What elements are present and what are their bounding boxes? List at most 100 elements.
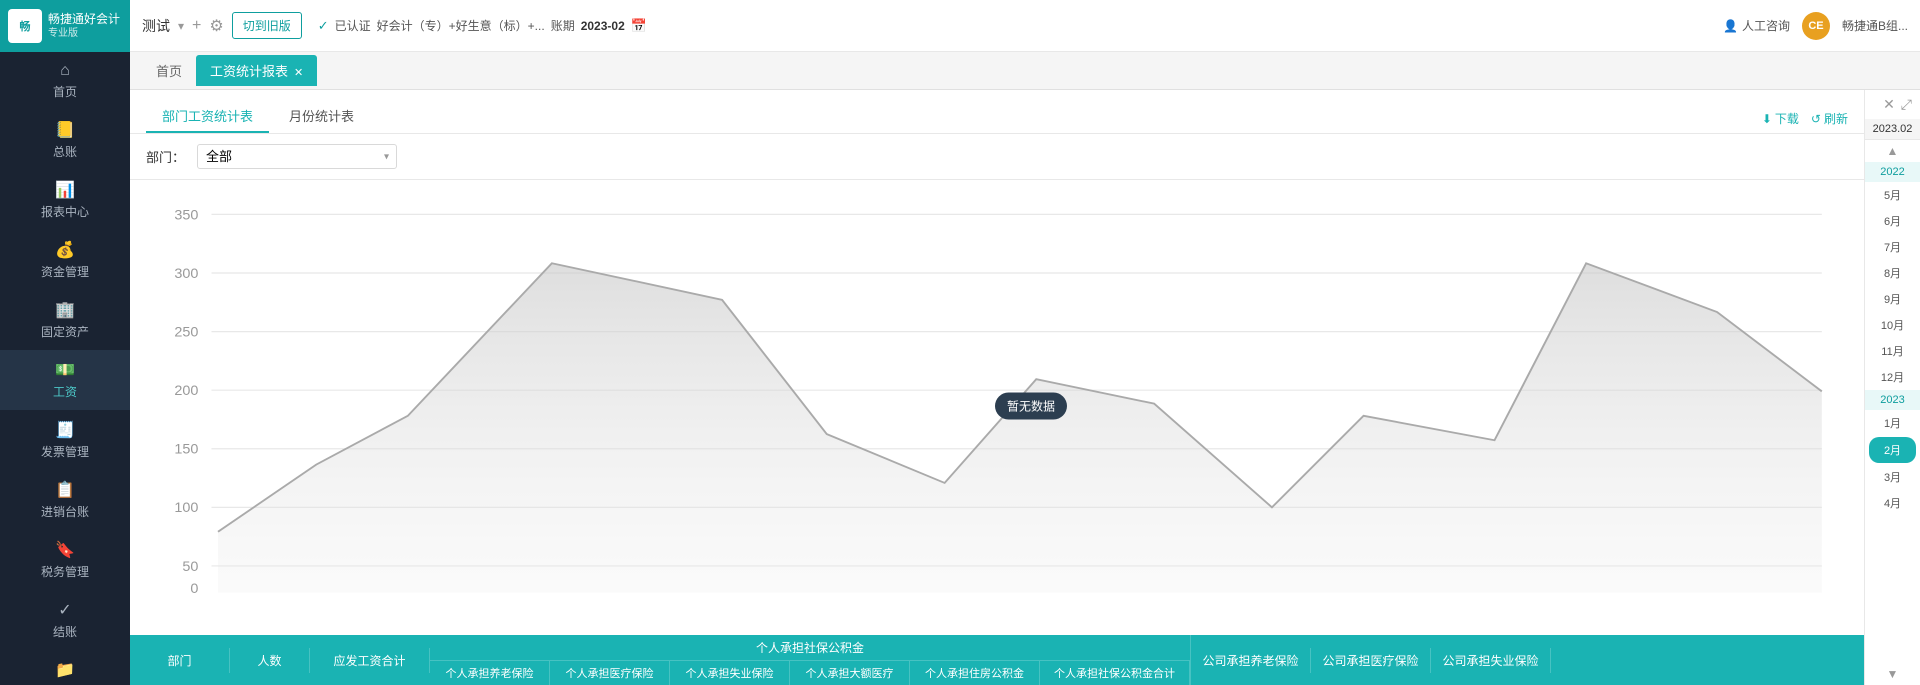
right-panel-close: ✕ ⤢: [1865, 90, 1920, 119]
close-panel-button[interactable]: ✕: [1883, 96, 1895, 113]
expand-panel-button[interactable]: ⤢: [1901, 96, 1912, 113]
sidebar-item-settle[interactable]: ✓结账: [0, 590, 130, 650]
sidebar-item-invoice[interactable]: 🧾发票管理: [0, 410, 130, 470]
date-month-2022-10月[interactable]: 10月: [1865, 312, 1920, 338]
sidebar-item-label: 发票管理: [41, 443, 89, 460]
sub-tab-bar: 部门工资统计表月份统计表 ⬇下载 ↺刷新: [130, 90, 1864, 134]
sub-tab-dept[interactable]: 部门工资统计表: [146, 100, 269, 133]
sidebar-item-home[interactable]: ⌂ 首页: [0, 52, 130, 110]
date-month-2022-5月[interactable]: 5月: [1865, 182, 1920, 208]
archive-icon: 📁: [55, 660, 75, 680]
date-month-2023-4月[interactable]: 4月: [1865, 490, 1920, 516]
date-year-2022[interactable]: 2022: [1865, 162, 1920, 182]
sidebar-item-salary[interactable]: 💵工资: [0, 350, 130, 410]
sidebar-item-label: 进销台账: [41, 503, 89, 520]
table-header-sub-cell: 个人承担失业保险: [670, 661, 790, 685]
sidebar-item-label: 报表中心: [41, 203, 89, 220]
sub-tab-monthly[interactable]: 月份统计表: [273, 100, 370, 133]
sidebar-item-label: 资金管理: [41, 263, 89, 280]
period-value: 2023-02: [581, 19, 625, 33]
sidebar-item-label: 固定资产: [41, 323, 89, 340]
salary-icon: 💵: [55, 360, 75, 380]
dept-select-wrapper: 全部销售部财务部技术部人事部 ▾: [197, 144, 397, 169]
tab-label: 首页: [156, 64, 182, 79]
table-header-sub-cell: 个人承担大额医疗: [790, 661, 910, 685]
sidebar-item-tax[interactable]: 🔖税务管理: [0, 530, 130, 590]
home-icon: ⌂: [60, 62, 70, 80]
main-content: 测试 ▾ + ⚙ 切到旧版 ✓ 已认证 好会计（专）+好生意（标）+... 账期…: [130, 0, 1920, 685]
calendar-icon[interactable]: 📅: [631, 18, 647, 34]
sidebar-item-report[interactable]: 📊 报表中心: [0, 170, 130, 230]
dept-select[interactable]: 全部销售部财务部技术部人事部: [197, 144, 397, 169]
date-month-2022-9月[interactable]: 9月: [1865, 286, 1920, 312]
period-label: 账期: [551, 17, 575, 34]
status-bar: ✓ 已认证 好会计（专）+好生意（标）+... 账期 2023-02 📅: [318, 17, 647, 34]
svg-text:250: 250: [174, 324, 198, 339]
chart-area-fill: [218, 263, 1822, 593]
svg-text:300: 300: [174, 265, 198, 280]
date-nav-down-button[interactable]: ▼: [1865, 663, 1920, 685]
date-month-2022-12月[interactable]: 12月: [1865, 364, 1920, 390]
date-month-2022-6月[interactable]: 6月: [1865, 208, 1920, 234]
sidebar-item-asset[interactable]: 🏢 固定资产: [0, 290, 130, 350]
logo-icon: 畅: [8, 9, 42, 43]
avatar: CE: [1802, 12, 1830, 40]
title-dropdown-icon[interactable]: ▾: [178, 19, 184, 33]
filter-bar: 部门： 全部销售部财务部技术部人事部 ▾: [130, 134, 1864, 180]
sidebar-item-sales[interactable]: 📋进销台账: [0, 470, 130, 530]
asset-icon: 🏢: [55, 300, 75, 320]
svg-text:100: 100: [174, 500, 198, 515]
top-bar: 测试 ▾ + ⚙ 切到旧版 ✓ 已认证 好会计（专）+好生意（标）+... 账期…: [130, 0, 1920, 52]
user-name[interactable]: 畅捷通B组...: [1842, 17, 1908, 34]
settle-icon: ✓: [58, 600, 71, 620]
date-nav-up-button[interactable]: ▲: [1865, 140, 1920, 162]
table-header-cell: 公司承担失业保险: [1431, 648, 1551, 673]
sidebar-item-label: 首页: [53, 83, 77, 100]
sidebar-logo: 畅 畅捷通好会计 专业版: [0, 0, 130, 52]
refresh-button[interactable]: ↺刷新: [1811, 110, 1848, 127]
date-list: 20225月6月7月8月9月10月11月12月20231月2月3月4月: [1865, 162, 1920, 663]
right-panel: ✕ ⤢ 2023.02 ▲ 20225月6月7月8月9月10月11月12月202…: [1864, 90, 1920, 685]
sidebar-item-ledger[interactable]: 📒总账: [0, 110, 130, 170]
date-display[interactable]: 2023.02: [1865, 119, 1920, 140]
date-year-2023[interactable]: 2023: [1865, 390, 1920, 410]
page-title: 测试: [142, 16, 170, 36]
certified-icon: ✓: [318, 18, 329, 34]
sub-tabs: 部门工资统计表月份统计表: [146, 100, 370, 133]
tab-bar: 首页 工资统计报表 ✕: [130, 52, 1920, 90]
tab-label: 工资统计报表: [210, 64, 288, 79]
ledger-icon: 📒: [55, 120, 75, 140]
svg-text:350: 350: [174, 207, 198, 222]
download-button[interactable]: ⬇下载: [1762, 110, 1799, 127]
date-month-2022-7月[interactable]: 7月: [1865, 234, 1920, 260]
switch-old-button[interactable]: 切到旧版: [232, 12, 302, 39]
sidebar-item-label: 税务管理: [41, 563, 89, 580]
date-month-2023-1月[interactable]: 1月: [1865, 410, 1920, 436]
sidebar-item-archive[interactable]: 📁归档管理: [0, 650, 130, 685]
logo-text-line1: 畅捷通好会计: [48, 12, 120, 28]
chart-svg-container: 350 300 250 200 150 100 50 0: [146, 190, 1848, 605]
add-button[interactable]: +: [192, 17, 201, 35]
tab-salary-stats[interactable]: 工资统计报表 ✕: [196, 55, 317, 86]
svg-text:50: 50: [182, 558, 198, 573]
table-header-sub-cell: 个人承担社保公积金合计: [1040, 661, 1190, 685]
left-panel: 部门工资统计表月份统计表 ⬇下载 ↺刷新 部门： 全部销售部财务部技术部人事部 ▾: [130, 90, 1864, 685]
svg-text:0: 0: [190, 580, 198, 595]
filter-label: 部门：: [146, 147, 185, 166]
sidebar-nav: ⌂首页📒总账📊报表中心💰资金管理🏢固定资产💵工资🧾发票管理📋进销台账🔖税务管理✓…: [0, 52, 130, 685]
date-month-2023-2月[interactable]: 2月: [1869, 437, 1916, 463]
report-icon: 📊: [55, 180, 75, 200]
table-header-sub-cell: 个人承担养老保险: [430, 661, 550, 685]
svg-text:150: 150: [174, 441, 198, 456]
service-icon: 👤: [1723, 19, 1738, 33]
sidebar-item-fund[interactable]: 💰资金管理: [0, 230, 130, 290]
sub-tab-actions: ⬇下载 ↺刷新: [1762, 110, 1848, 133]
settings-icon[interactable]: ⚙: [209, 16, 223, 36]
date-month-2022-8月[interactable]: 8月: [1865, 260, 1920, 286]
tab-home[interactable]: 首页: [142, 55, 196, 86]
service-button[interactable]: 👤 人工咨询: [1723, 17, 1790, 34]
table-header-group: 个人承担社保公积金个人承担养老保险个人承担医疗保险个人承担失业保险个人承担大额医…: [430, 635, 1191, 685]
date-month-2023-3月[interactable]: 3月: [1865, 464, 1920, 490]
date-month-2022-11月[interactable]: 11月: [1865, 338, 1920, 364]
tab-close-icon[interactable]: ✕: [294, 67, 303, 79]
